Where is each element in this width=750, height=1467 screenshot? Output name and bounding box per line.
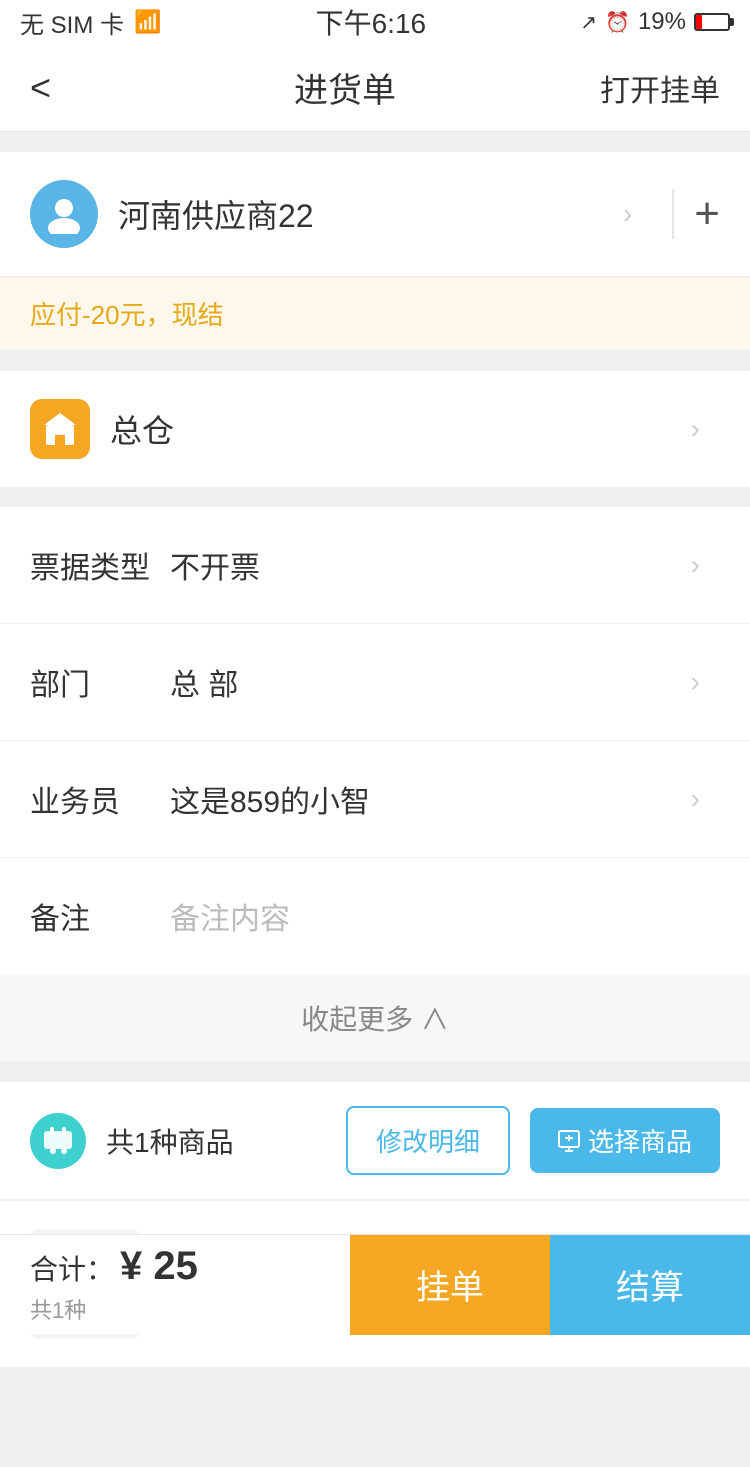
carrier-label: 无 SIM 卡 [20,5,124,40]
checkout-label: 结算 [616,1260,684,1309]
collapse-label: 收起更多 ∧ [301,998,449,1038]
supplier-icon [44,194,84,234]
remark-row[interactable]: 备注 备注内容 [0,857,750,974]
footer: 合计： ¥ 25 共1种 挂单 结算 [0,1234,750,1334]
add-supplier-button[interactable]: + [694,192,720,236]
divider [672,189,674,239]
alarm-icon: ⏰ [605,10,630,35]
product-count-icon [30,1113,86,1169]
form-section: 票据类型 不开票 › 部门 总 部 › 业务员 这是859的小智 › 备注 备注… [0,507,750,974]
status-bar: 无 SIM 卡 📶 下午6:16 ↗ ⏰ 19% [0,0,750,44]
select-product-button[interactable]: 选择商品 [530,1108,720,1173]
department-label: 部门 [30,660,170,704]
total-sub: 共1种 [30,1293,320,1325]
total-amount: 合计： ¥ 25 [30,1244,320,1289]
wifi-icon: 📶 [134,9,161,35]
total-label: 合计： [30,1248,114,1288]
status-bar-left: 无 SIM 卡 📶 [20,5,161,40]
warehouse-row[interactable]: 总仓 › [0,371,750,487]
product-count-text: 共1种商品 [106,1121,326,1161]
footer-total: 合计： ¥ 25 共1种 [0,1244,350,1325]
ticket-type-value: 不开票 [170,543,691,587]
supplier-name: 河南供应商22 [118,191,623,237]
notice-text: 应付-20元，现结 [30,300,224,330]
battery-percent: 19% [638,8,686,36]
products-header: 共1种商品 修改明细 选择商品 [0,1082,750,1199]
section-gap-3 [0,487,750,507]
select-product-label: 选择商品 [588,1122,692,1159]
collapse-row[interactable]: 收起更多 ∧ [0,974,750,1062]
department-row[interactable]: 部门 总 部 › [0,623,750,740]
edit-detail-button[interactable]: 修改明细 [346,1106,510,1175]
nav-bar: < 进货单 打开挂单 [0,44,750,132]
salesman-value: 这是859的小智 [170,777,691,821]
warehouse-chevron-icon: › [691,413,700,445]
status-bar-time: 下午6:16 [316,2,427,42]
supplier-avatar [30,180,98,248]
department-chevron-icon: › [691,666,700,698]
battery-icon [694,13,730,31]
department-value: 总 部 [170,660,691,704]
warehouse-icon [30,399,90,459]
ticket-type-row[interactable]: 票据类型 不开票 › [0,507,750,623]
pending-label: 挂单 [416,1260,484,1309]
supplier-chevron-icon: › [623,198,632,230]
salesman-label: 业务员 [30,777,170,821]
warehouse-section: 总仓 › [0,371,750,487]
pending-button[interactable]: 挂单 [350,1235,550,1335]
footer-spacer [0,1367,750,1467]
location-icon: ↗ [580,10,597,35]
section-gap-2 [0,351,750,371]
page-title: 进货单 [294,63,396,112]
notice-bar: 应付-20元，现结 [0,277,750,351]
total-value: ¥ 25 [120,1244,198,1289]
section-gap-4 [0,1062,750,1082]
remark-label: 备注 [30,894,170,938]
salesman-chevron-icon: › [691,783,700,815]
ticket-type-chevron-icon: › [691,549,700,581]
open-pending-button[interactable]: 打开挂单 [600,66,720,110]
section-gap-1 [0,132,750,152]
salesman-row[interactable]: 业务员 这是859的小智 › [0,740,750,857]
select-product-icon [558,1130,580,1152]
warehouse-name: 总仓 [110,406,691,452]
supplier-row[interactable]: 河南供应商22 › + [0,152,750,277]
back-button[interactable]: < [30,67,90,109]
ticket-type-label: 票据类型 [30,543,170,587]
cart-icon [42,1125,74,1157]
status-bar-right: ↗ ⏰ 19% [580,8,730,36]
checkout-button[interactable]: 结算 [550,1235,750,1335]
warehouse-svg-icon [42,411,78,447]
supplier-section: 河南供应商22 › + 应付-20元，现结 [0,152,750,351]
remark-input[interactable]: 备注内容 [170,894,720,938]
